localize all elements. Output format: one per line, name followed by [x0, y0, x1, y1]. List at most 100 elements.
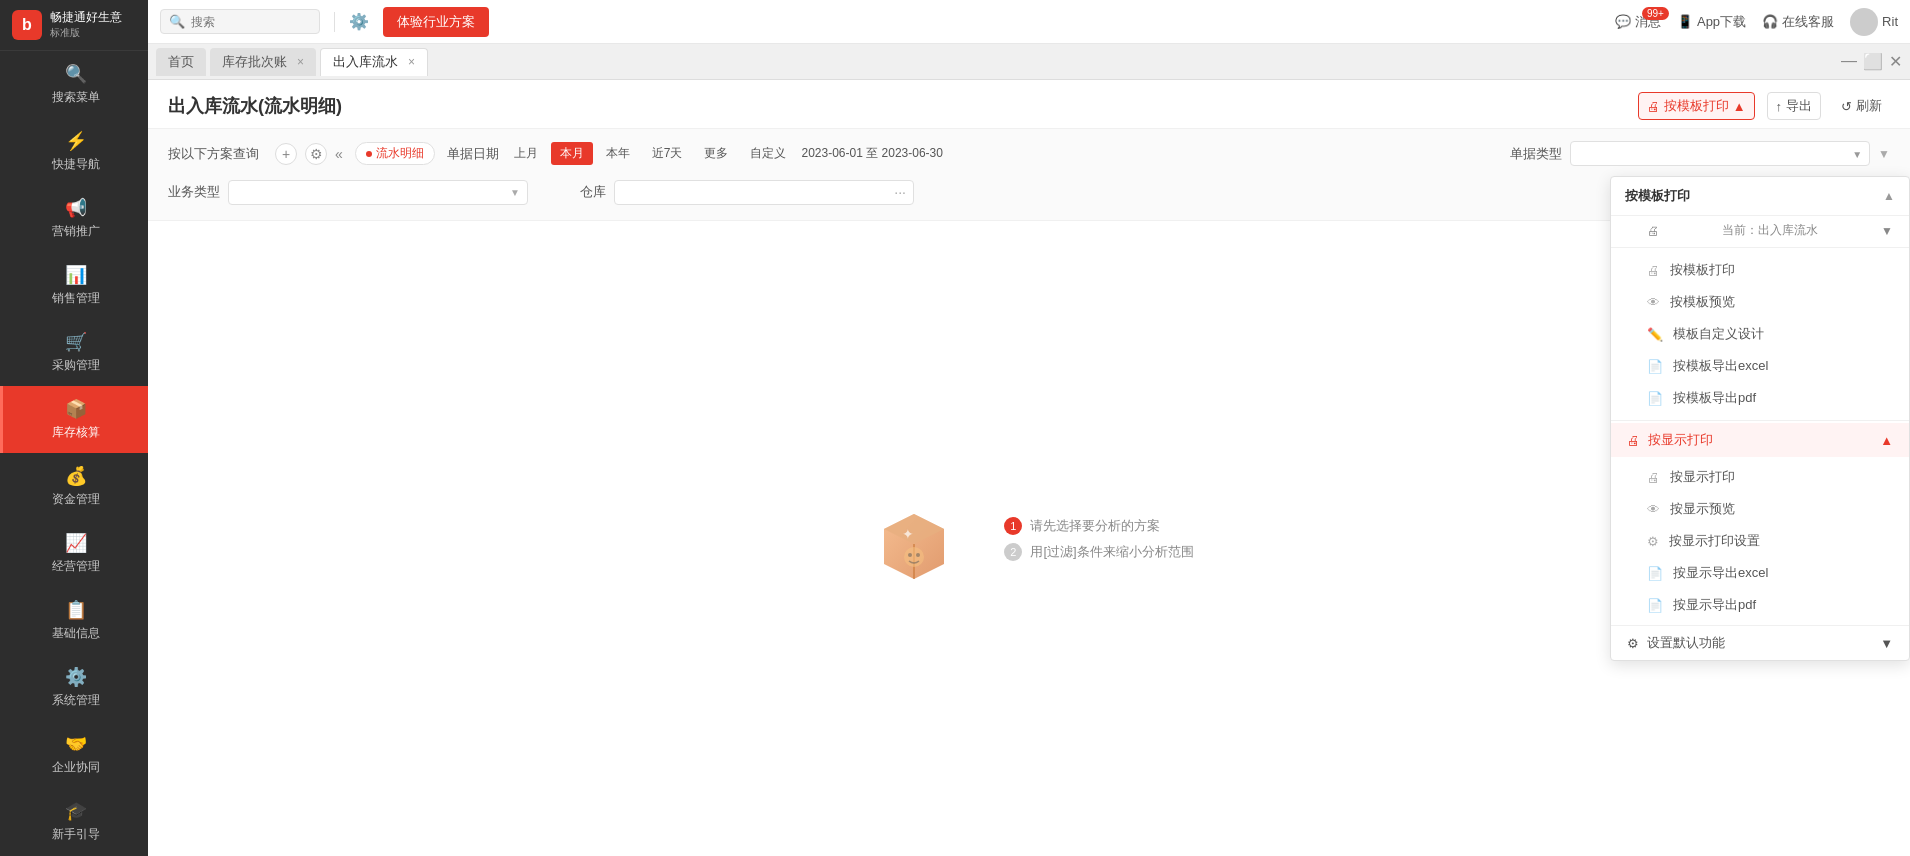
display-section-header[interactable]: 🖨 按显示打印 ▲ — [1611, 423, 1909, 457]
date-btn-this-year[interactable]: 本年 — [597, 142, 639, 165]
print-display-item[interactable]: 🖨 按显示打印 — [1611, 461, 1909, 493]
tab-batch[interactable]: 库存批次账 × — [210, 48, 316, 76]
tab-batch-close[interactable]: × — [297, 55, 304, 69]
sidebar-item-sales[interactable]: 📊 销售管理 — [0, 252, 148, 319]
sidebar-item-finance[interactable]: 💰 资金管理 — [0, 453, 148, 520]
sidebar-item-base[interactable]: 📋 基础信息 — [0, 587, 148, 654]
excel-icon: 📄 — [1647, 359, 1663, 374]
window-minimize-icon[interactable]: — — [1841, 52, 1857, 71]
business-type-wrapper: 业务类型 ▼ — [168, 180, 528, 205]
online-service-btn[interactable]: 🎧 在线客服 — [1762, 13, 1834, 31]
tab-flow-label: 出入库流水 — [333, 53, 398, 71]
sidebar-item-shortcut[interactable]: ⚡ 快捷导航 — [0, 118, 148, 185]
message-icon: 💬 — [1615, 14, 1631, 29]
tabs-bar: 首页 库存批次账 × 出入库流水 × — ⬜ ✕ — [148, 44, 1910, 80]
search-icon: 🔍 — [65, 63, 87, 85]
export-pdf-display-item[interactable]: 📄 按显示导出pdf — [1611, 589, 1909, 621]
print-settings-item[interactable]: ⚙ 按显示打印设置 — [1611, 525, 1909, 557]
app-download-btn[interactable]: 📱 App下载 — [1677, 13, 1746, 31]
avatar — [1850, 8, 1878, 36]
doc-type-select[interactable] — [1570, 141, 1870, 166]
custom-template-item[interactable]: ✏️ 模板自定义设计 — [1611, 318, 1909, 350]
sidebar-item-guide[interactable]: 🎓 新手引导 — [0, 788, 148, 855]
print-display-label: 按显示打印 — [1670, 468, 1735, 486]
filter-add-btn[interactable]: + — [275, 143, 297, 165]
date-btn-more[interactable]: 更多 — [695, 142, 737, 165]
sidebar-item-inventory[interactable]: 📦 库存核算 — [0, 386, 148, 453]
business-dropdown-icon: ▼ — [510, 187, 520, 198]
date-btn-last-month[interactable]: 上月 — [505, 142, 547, 165]
sidebar-item-marketing[interactable]: 📢 营销推广 — [0, 185, 148, 252]
refresh-btn[interactable]: ↺ 刷新 — [1833, 93, 1890, 119]
export-excel-display-item[interactable]: 📄 按显示导出excel — [1611, 557, 1909, 589]
date-options: 上月 本月 本年 近7天 更多 自定义 — [505, 142, 796, 165]
download-icon: 📱 — [1677, 14, 1693, 29]
trial-btn[interactable]: 体验行业方案 — [383, 7, 489, 37]
service-icon: 🎧 — [1762, 14, 1778, 29]
export-pdf-display-label: 按显示导出pdf — [1673, 596, 1756, 614]
guide-icon: 🎓 — [65, 800, 87, 822]
date-btn-last7[interactable]: 近7天 — [643, 142, 692, 165]
filter-chip[interactable]: 流水明细 — [355, 142, 435, 165]
doc-type-label: 单据类型 — [1510, 145, 1562, 163]
export-pdf-template-item[interactable]: 📄 按模板导出pdf — [1611, 382, 1909, 414]
filter-collapse-btn[interactable]: « — [335, 146, 343, 162]
date-label: 单据日期 — [447, 145, 499, 163]
tab-home[interactable]: 首页 — [156, 48, 206, 76]
template-section: 🖨 按模板打印 👁 按模板预览 ✏️ 模板自定义设计 📄 按模板导出excel … — [1611, 250, 1909, 418]
export-excel-template-item[interactable]: 📄 按模板导出excel — [1611, 350, 1909, 382]
print-template-label: 按模板打印 — [1664, 97, 1729, 115]
tab-flow[interactable]: 出入库流水 × — [320, 48, 428, 76]
warehouse-more-icon[interactable]: ··· — [894, 184, 906, 200]
user-avatar-btn[interactable]: Rit — [1850, 8, 1898, 36]
svg-text:✦: ✦ — [902, 526, 914, 542]
step-2-text: 用[过滤]条件来缩小分析范围 — [1030, 543, 1193, 561]
tab-flow-close[interactable]: × — [408, 55, 415, 69]
current-chevron: ▼ — [1881, 224, 1893, 238]
dropdown-header: 按模板打印 ▲ — [1611, 177, 1909, 216]
date-btn-this-month[interactable]: 本月 — [551, 142, 593, 165]
sidebar-item-label: 新手引导 — [52, 826, 100, 843]
preview-display-item[interactable]: 👁 按显示预览 — [1611, 493, 1909, 525]
dropdown-footer[interactable]: ⚙ 设置默认功能 ▼ — [1611, 625, 1909, 660]
date-filter: 单据日期 上月 本月 本年 近7天 更多 自定义 2023-06-01 至 20… — [447, 142, 943, 165]
warehouse-select[interactable] — [614, 180, 914, 205]
warehouse-label: 仓库 — [580, 183, 606, 201]
print-template-btn[interactable]: 🖨 按模板打印 ▲ — [1638, 92, 1755, 120]
preview-template-item-label: 按模板预览 — [1670, 293, 1735, 311]
topbar-search-box[interactable]: 🔍 — [160, 9, 320, 34]
sidebar-item-enterprise[interactable]: 🤝 企业协同 — [0, 721, 148, 788]
empty-step-1: 1 请先选择要分析的方案 — [1004, 517, 1193, 535]
date-range-display: 2023-06-01 至 2023-06-30 — [801, 145, 942, 162]
search-input[interactable] — [191, 15, 291, 29]
refresh-icon: ↺ — [1841, 99, 1852, 114]
gear-icon[interactable]: ⚙️ — [349, 12, 369, 31]
sidebar-item-label: 采购管理 — [52, 357, 100, 374]
sidebar-item-operations[interactable]: 📈 经营管理 — [0, 520, 148, 587]
export-label: 导出 — [1786, 97, 1812, 115]
sidebar-item-system[interactable]: ⚙️ 系统管理 — [0, 654, 148, 721]
export-btn[interactable]: ↑ 导出 — [1767, 92, 1822, 120]
svg-point-6 — [916, 553, 920, 557]
print-template-item[interactable]: 🖨 按模板打印 — [1611, 254, 1909, 286]
divider-2 — [1611, 420, 1909, 421]
window-expand-icon[interactable]: ⬜ — [1863, 52, 1883, 71]
sales-icon: 📊 — [65, 264, 87, 286]
sidebar-item-search[interactable]: 🔍 搜索菜单 — [0, 51, 148, 118]
app-download-label: App下载 — [1697, 13, 1746, 31]
business-type-select[interactable] — [228, 180, 528, 205]
dropdown-collapse-btn[interactable]: ▲ — [1883, 189, 1895, 203]
message-btn[interactable]: 💬 消息 99+ — [1615, 13, 1661, 31]
sidebar-item-label: 库存核算 — [52, 424, 100, 441]
preview-icon: 👁 — [1647, 295, 1660, 310]
printer-icon: 🖨 — [1647, 99, 1660, 114]
date-btn-custom[interactable]: 自定义 — [741, 142, 795, 165]
filter-gear-btn[interactable]: ⚙ — [305, 143, 327, 165]
window-close-icon[interactable]: ✕ — [1889, 52, 1902, 71]
sidebar-item-purchase[interactable]: 🛒 采购管理 — [0, 319, 148, 386]
step-1-text: 请先选择要分析的方案 — [1030, 517, 1160, 535]
app-logo: b 畅捷通好生意 标准版 — [0, 0, 148, 51]
current-label: 当前：出入库流水 — [1722, 222, 1818, 239]
preview-template-item[interactable]: 👁 按模板预览 — [1611, 286, 1909, 318]
purchase-icon: 🛒 — [65, 331, 87, 353]
